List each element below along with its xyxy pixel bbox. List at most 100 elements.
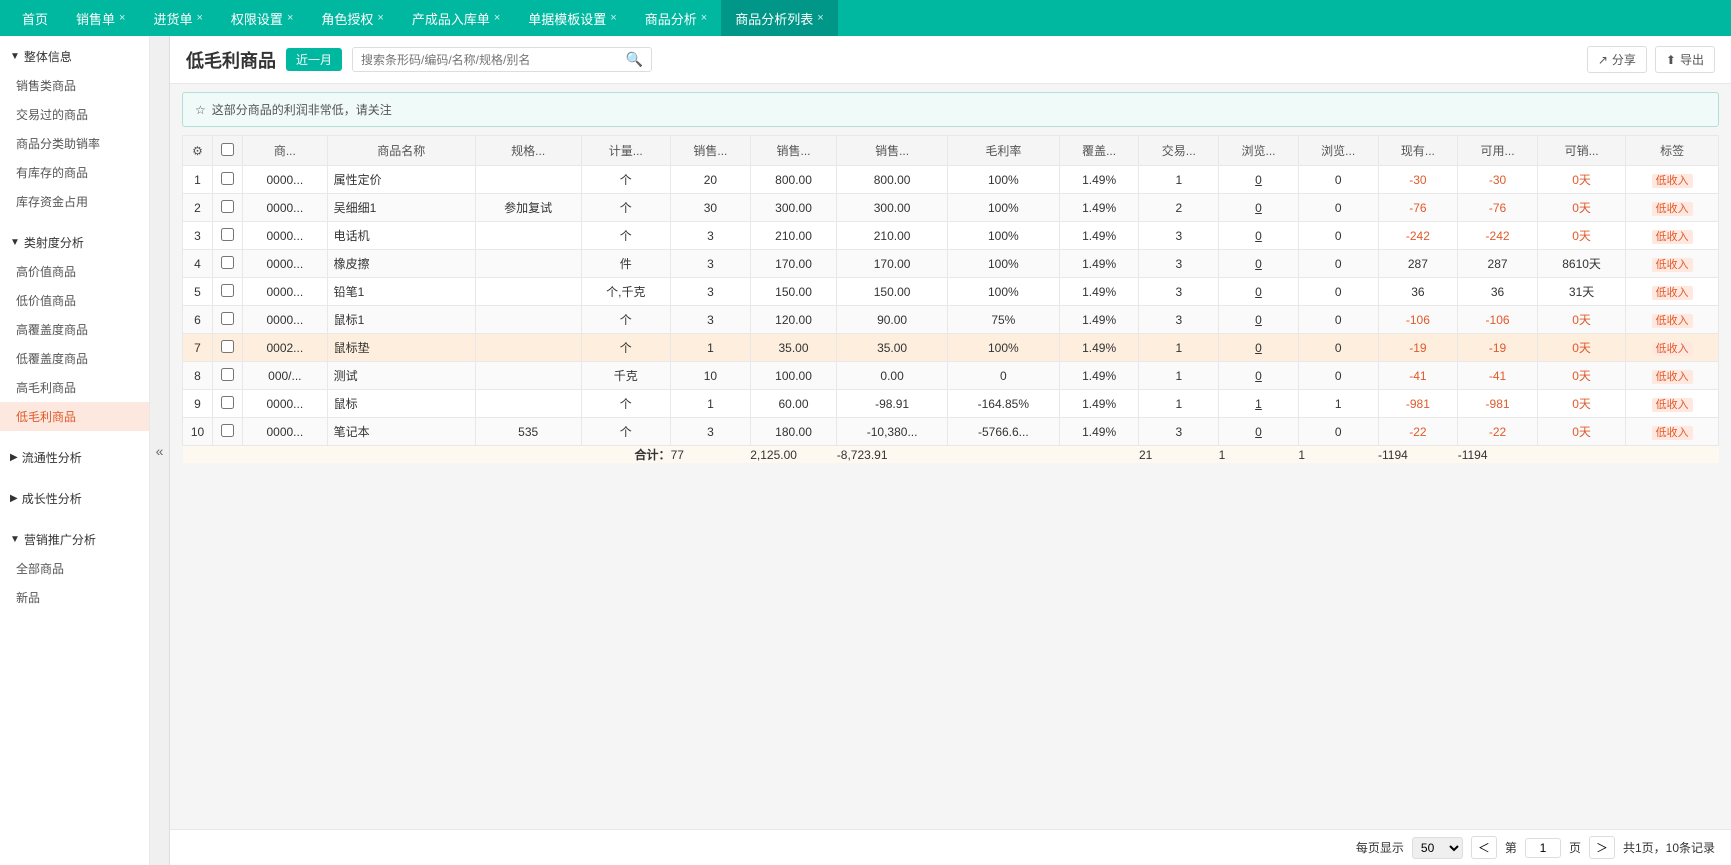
col-available[interactable]: 可用...	[1458, 136, 1538, 166]
row-browse1[interactable]: 0	[1219, 418, 1299, 446]
nav-template-close[interactable]: ×	[610, 12, 616, 24]
row-checkbox-cell[interactable]	[213, 418, 243, 446]
row-browse1[interactable]: 0	[1219, 166, 1299, 194]
row-checkbox-cell[interactable]	[213, 166, 243, 194]
nav-roles[interactable]: 角色授权 ×	[307, 0, 397, 36]
col-trade[interactable]: 交易...	[1139, 136, 1219, 166]
next-page-btn[interactable]: ＞	[1589, 836, 1615, 859]
sidebar-item-sales-products[interactable]: 销售类商品	[0, 71, 149, 100]
row-checkbox-cell[interactable]	[213, 222, 243, 250]
nav-template[interactable]: 单据模板设置 ×	[514, 0, 630, 36]
sidebar-item-high-margin[interactable]: 高毛利商品	[0, 373, 149, 402]
row-checkbox[interactable]	[221, 312, 234, 325]
sidebar-group-overall[interactable]: ▼ 整体信息	[0, 42, 149, 71]
row-browse1[interactable]: 0	[1219, 334, 1299, 362]
col-sale-qty[interactable]: 销售...	[671, 136, 751, 166]
sidebar-group-flow[interactable]: ▶ 流通性分析	[0, 443, 149, 472]
nav-product-in[interactable]: 产成品入库单 ×	[398, 0, 514, 36]
col-sale-profit[interactable]: 销售...	[837, 136, 948, 166]
nav-product-in-close[interactable]: ×	[494, 12, 500, 24]
row-checkbox[interactable]	[221, 172, 234, 185]
row-checkbox[interactable]	[221, 396, 234, 409]
sidebar-group-growth[interactable]: ▶ 成长性分析	[0, 484, 149, 513]
share-button[interactable]: ↗ 分享	[1587, 46, 1647, 73]
nav-sales[interactable]: 销售单 ×	[62, 0, 139, 36]
prev-page-btn[interactable]: ＜	[1471, 836, 1497, 859]
row-checkbox[interactable]	[221, 200, 234, 213]
nav-permissions-close[interactable]: ×	[287, 12, 293, 24]
row-checkbox[interactable]	[221, 424, 234, 437]
export-button[interactable]: ⬆ 导出	[1655, 46, 1715, 73]
sidebar-group-marketing[interactable]: ▼ 营销推广分析	[0, 525, 149, 554]
nav-analysis[interactable]: 商品分析 ×	[631, 0, 721, 36]
row-browse1[interactable]: 0	[1219, 250, 1299, 278]
sidebar-item-high-coverage[interactable]: 高覆盖度商品	[0, 315, 149, 344]
sidebar-item-stock-products[interactable]: 有库存的商品	[0, 158, 149, 187]
row-browse1[interactable]: 0	[1219, 222, 1299, 250]
sidebar-item-high-value[interactable]: 高价值商品	[0, 257, 149, 286]
row-browse1[interactable]: 0	[1219, 194, 1299, 222]
row-checkbox-cell[interactable]	[213, 278, 243, 306]
nav-home[interactable]: 首页	[8, 0, 62, 36]
col-unit[interactable]: 计量...	[581, 136, 671, 166]
nav-roles-close[interactable]: ×	[377, 12, 383, 24]
nav-analysis-list-close[interactable]: ×	[817, 12, 823, 24]
sidebar-item-traded-products[interactable]: 交易过的商品	[0, 100, 149, 129]
sidebar-item-stock-capital[interactable]: 库存资金占用	[0, 187, 149, 216]
row-checkbox[interactable]	[221, 228, 234, 241]
nav-analysis-close[interactable]: ×	[701, 12, 707, 24]
nav-analysis-list[interactable]: 商品分析列表 ×	[721, 0, 837, 36]
table-row: 8 000/... 测试 千克 10 100.00 0.00 0 1.49% 1…	[183, 362, 1719, 390]
table-scroll[interactable]: ⚙ 商... 商品名称 规格... 计量... 销售... 销售... 销售..…	[170, 135, 1731, 829]
nav-purchase[interactable]: 进货单 ×	[139, 0, 216, 36]
row-browse1[interactable]: 0	[1219, 306, 1299, 334]
col-settings[interactable]: ⚙	[183, 136, 213, 166]
col-spec[interactable]: 规格...	[475, 136, 581, 166]
sidebar-item-new-products[interactable]: 新品	[0, 583, 149, 612]
sidebar-item-category-rate[interactable]: 商品分类助销率	[0, 129, 149, 158]
page-input[interactable]	[1525, 838, 1561, 858]
col-sale-amount[interactable]: 销售...	[750, 136, 837, 166]
sidebar-item-low-coverage[interactable]: 低覆盖度商品	[0, 344, 149, 373]
sidebar-item-all-products[interactable]: 全部商品	[0, 554, 149, 583]
search-icon[interactable]: 🔍	[626, 51, 643, 68]
col-name[interactable]: 商品名称	[327, 136, 475, 166]
row-browse1[interactable]: 0	[1219, 362, 1299, 390]
row-checkbox[interactable]	[221, 340, 234, 353]
row-checkbox[interactable]	[221, 284, 234, 297]
row-sale-profit: 210.00	[837, 222, 948, 250]
col-current-stock[interactable]: 现有...	[1378, 136, 1458, 166]
col-margin-rate[interactable]: 毛利率	[947, 136, 1059, 166]
col-code[interactable]: 商...	[243, 136, 328, 166]
row-browse1[interactable]: 0	[1219, 278, 1299, 306]
sidebar-item-low-margin[interactable]: 低毛利商品	[0, 402, 149, 431]
row-checkbox-cell[interactable]	[213, 362, 243, 390]
row-checkbox-cell[interactable]	[213, 250, 243, 278]
nav-purchase-close[interactable]: ×	[196, 12, 202, 24]
row-checkbox-cell[interactable]	[213, 306, 243, 334]
row-sale-profit: 90.00	[837, 306, 948, 334]
search-input[interactable]	[361, 53, 626, 67]
select-all-checkbox[interactable]	[221, 143, 234, 156]
sidebar-group-coverage[interactable]: ▼ 类射度分析	[0, 228, 149, 257]
col-checkbox[interactable]	[213, 136, 243, 166]
row-sale-qty: 3	[671, 250, 751, 278]
col-tag[interactable]: 标签	[1626, 136, 1719, 166]
sidebar-collapse-btn[interactable]: «	[150, 36, 170, 865]
row-checkbox[interactable]	[221, 368, 234, 381]
row-checkbox[interactable]	[221, 256, 234, 269]
page-size-select[interactable]: 50 100 200	[1412, 837, 1463, 859]
row-checkbox-cell[interactable]	[213, 390, 243, 418]
row-unit: 个	[581, 418, 671, 446]
nav-sales-close[interactable]: ×	[119, 12, 125, 24]
sidebar-item-low-value[interactable]: 低价值商品	[0, 286, 149, 315]
col-browse2[interactable]: 浏览...	[1298, 136, 1378, 166]
col-sellable[interactable]: 可销...	[1537, 136, 1625, 166]
col-browse1[interactable]: 浏览...	[1219, 136, 1299, 166]
row-checkbox-cell[interactable]	[213, 194, 243, 222]
nav-permissions[interactable]: 权限设置 ×	[217, 0, 307, 36]
filter-btn[interactable]: 近一月	[286, 48, 342, 71]
row-checkbox-cell[interactable]	[213, 334, 243, 362]
col-coverage[interactable]: 覆盖...	[1059, 136, 1139, 166]
row-browse1[interactable]: 1	[1219, 390, 1299, 418]
